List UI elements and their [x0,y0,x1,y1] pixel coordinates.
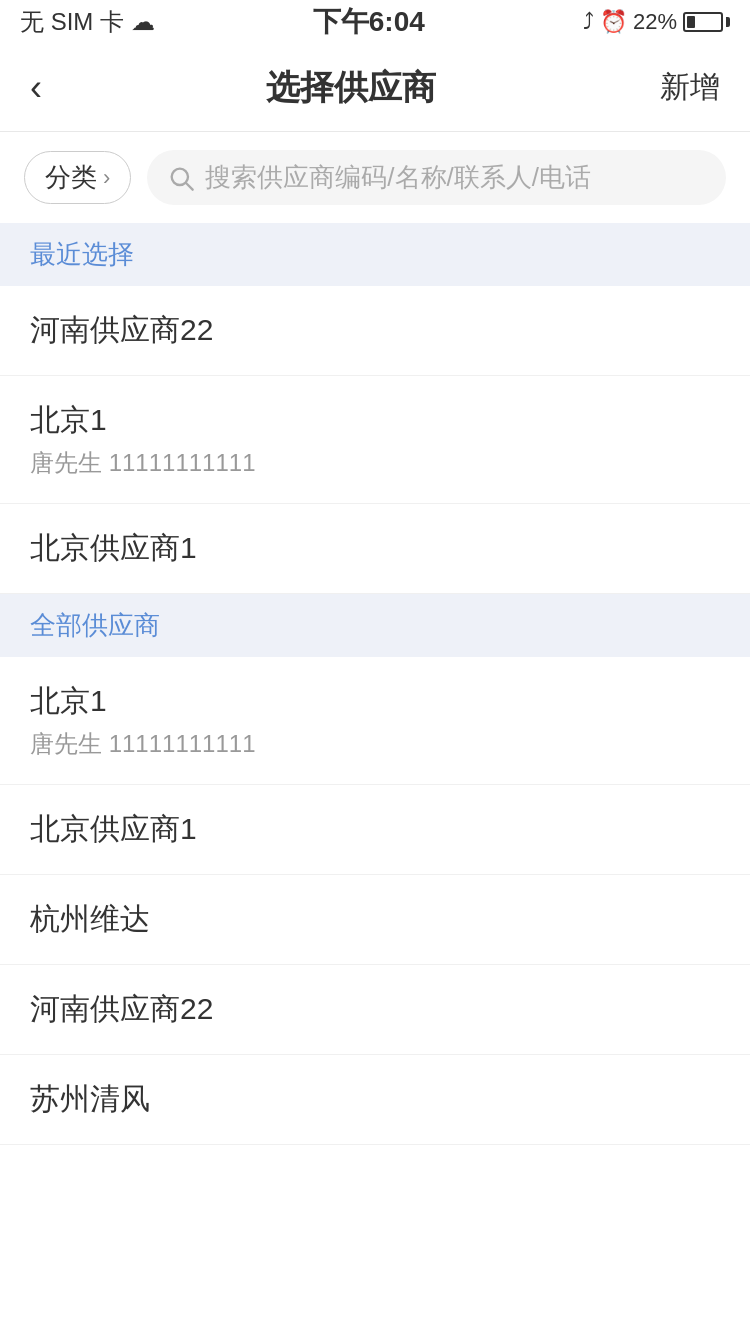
no-sim-label: 无 SIM 卡 ☁ [20,6,155,38]
all-section-header: 全部供应商 [0,594,750,657]
list-item[interactable]: 苏州清风 [0,1055,750,1145]
svg-line-1 [187,183,193,189]
item-name: 河南供应商22 [30,989,720,1030]
item-name: 河南供应商22 [30,310,720,351]
list-item[interactable]: 杭州维达 [0,875,750,965]
battery-icon [683,12,730,32]
back-button[interactable]: ‹ [30,67,42,109]
recent-items-list: 河南供应商22 北京1 唐先生 11111111111 北京供应商1 [0,286,750,594]
filter-row: 分类 › 搜索供应商编码/名称/联系人/电话 [0,132,750,223]
item-name: 北京供应商1 [30,809,720,850]
status-left: 无 SIM 卡 ☁ [20,6,155,38]
recent-section-header: 最近选择 [0,223,750,286]
item-name: 杭州维达 [30,899,720,940]
item-sub: 唐先生 11111111111 [30,447,720,479]
status-time: 下午6:04 [313,3,425,41]
location-icon: ⤴ [583,9,594,35]
page-title: 选择供应商 [266,65,436,111]
item-sub: 唐先生 11111111111 [30,728,720,760]
item-name: 北京1 [30,400,720,441]
status-bar: 无 SIM 卡 ☁ 下午6:04 ⤴ ⏰ 22% [0,0,750,44]
search-icon [167,164,195,192]
search-placeholder: 搜索供应商编码/名称/联系人/电话 [205,160,591,195]
list-item[interactable]: 北京供应商1 [0,504,750,594]
item-name: 苏州清风 [30,1079,720,1120]
chevron-right-icon: › [103,165,110,191]
item-name: 北京供应商1 [30,528,720,569]
category-label: 分类 [45,160,97,195]
item-name: 北京1 [30,681,720,722]
status-right: ⤴ ⏰ 22% [583,9,730,35]
battery-percent: 22% [633,9,677,35]
add-button[interactable]: 新增 [660,67,720,108]
alarm-icon: ⏰ [600,9,627,35]
all-items-list: 北京1 唐先生 11111111111 北京供应商1 杭州维达河南供应商22 苏州清风 [0,657,750,1145]
list-item[interactable]: 北京1 唐先生 11111111111 [0,376,750,504]
category-filter-button[interactable]: 分类 › [24,151,131,204]
search-box[interactable]: 搜索供应商编码/名称/联系人/电话 [147,150,726,205]
list-item[interactable]: 河南供应商22 [0,965,750,1055]
list-item[interactable]: 北京1 唐先生 11111111111 [0,657,750,785]
list-item[interactable]: 河南供应商22 [0,286,750,376]
list-item[interactable]: 北京供应商1 [0,785,750,875]
nav-bar: ‹ 选择供应商 新增 [0,44,750,132]
